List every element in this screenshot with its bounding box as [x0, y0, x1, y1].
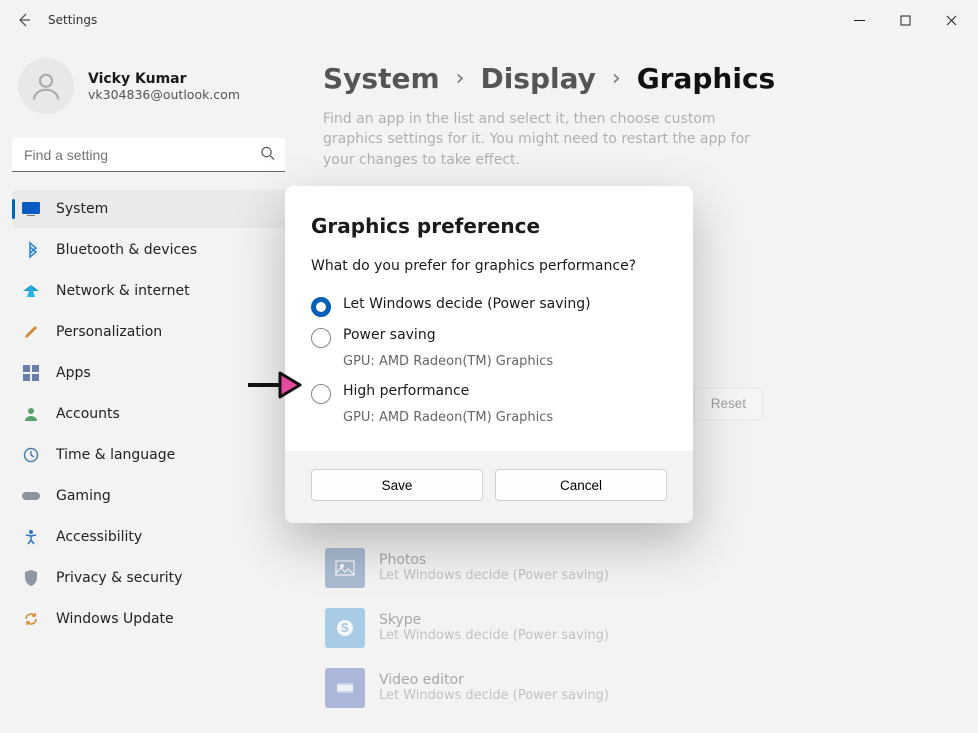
- sidebar: Vicky Kumar vk304836@outlook.com System …: [0, 40, 295, 733]
- bluetooth-icon: [22, 241, 40, 259]
- sidebar-item-update[interactable]: Windows Update: [12, 600, 291, 638]
- gaming-icon: [22, 490, 40, 502]
- page-description: Find an app in the list and select it, t…: [323, 95, 753, 170]
- svg-text:S: S: [341, 621, 350, 635]
- nav-label: Gaming: [56, 488, 111, 504]
- video-editor-app-icon: [325, 668, 365, 708]
- profile-email: vk304836@outlook.com: [88, 87, 240, 102]
- radio-icon: [311, 384, 331, 404]
- network-icon: [22, 284, 40, 298]
- radio-option-power-saving[interactable]: Power saving: [311, 321, 667, 352]
- chevron-right-icon: ›: [456, 66, 465, 91]
- nav-label: Time & language: [56, 447, 175, 463]
- sidebar-item-network[interactable]: Network & internet: [12, 272, 291, 310]
- photos-app-icon: [325, 548, 365, 588]
- chevron-right-icon: ›: [612, 66, 621, 91]
- accessibility-icon: [22, 529, 40, 545]
- crumb-graphics: Graphics: [637, 62, 776, 95]
- radio-sublabel: GPU: AMD Radeon(TM) Graphics: [343, 410, 667, 425]
- radio-icon: [311, 328, 331, 348]
- radio-label: Let Windows decide (Power saving): [343, 296, 591, 312]
- sidebar-item-apps[interactable]: Apps: [12, 354, 291, 392]
- dialog-title: Graphics preference: [311, 214, 667, 238]
- sidebar-search: [12, 138, 285, 172]
- nav-label: Personalization: [56, 324, 162, 340]
- reset-button[interactable]: Reset: [694, 388, 763, 420]
- nav-label: Accounts: [56, 406, 120, 422]
- profile-name: Vicky Kumar: [88, 71, 240, 87]
- save-button[interactable]: Save: [311, 469, 483, 501]
- nav-label: Windows Update: [56, 611, 174, 627]
- radio-label: High performance: [343, 383, 469, 399]
- nav-label: System: [56, 201, 108, 217]
- app-name: Video editor: [379, 672, 609, 688]
- avatar: [18, 58, 74, 114]
- update-icon: [22, 611, 40, 627]
- user-icon: [28, 68, 64, 104]
- title-bar: Settings: [0, 0, 978, 40]
- nav-label: Apps: [56, 365, 91, 381]
- sidebar-item-personalization[interactable]: Personalization: [12, 313, 291, 351]
- dialog-question: What do you prefer for graphics performa…: [311, 258, 667, 274]
- app-pref: Let Windows decide (Power saving): [379, 688, 609, 703]
- crumb-display[interactable]: Display: [480, 62, 595, 95]
- back-arrow-icon: [16, 12, 32, 28]
- maximize-button[interactable]: [882, 4, 928, 36]
- graphics-preference-dialog: Graphics preference What do you prefer f…: [285, 186, 693, 523]
- system-icon: [22, 202, 40, 216]
- sidebar-item-bluetooth[interactable]: Bluetooth & devices: [12, 231, 291, 269]
- crumb-system[interactable]: System: [323, 62, 440, 95]
- nav-label: Privacy & security: [56, 570, 182, 586]
- apps-icon: [22, 365, 40, 381]
- app-name: Photos: [379, 552, 609, 568]
- minimize-button[interactable]: [836, 4, 882, 36]
- app-name: Skype: [379, 612, 609, 628]
- cancel-button[interactable]: Cancel: [495, 469, 667, 501]
- radio-option-high-performance[interactable]: High performance: [311, 377, 667, 408]
- app-pref: Let Windows decide (Power saving): [379, 628, 609, 643]
- close-button[interactable]: [928, 4, 974, 36]
- back-button[interactable]: [4, 0, 44, 40]
- nav-label: Accessibility: [56, 529, 142, 545]
- radio-icon: [311, 297, 331, 317]
- app-row-videoeditor[interactable]: Video editor Let Windows decide (Power s…: [323, 658, 950, 718]
- app-row-photos[interactable]: Photos Let Windows decide (Power saving): [323, 538, 950, 598]
- accounts-icon: [22, 406, 40, 422]
- window-controls: [836, 4, 974, 36]
- sidebar-item-time[interactable]: Time & language: [12, 436, 291, 474]
- search-icon: [260, 146, 275, 165]
- clock-icon: [22, 447, 40, 463]
- paintbrush-icon: [22, 324, 40, 340]
- radio-option-auto[interactable]: Let Windows decide (Power saving): [311, 290, 667, 321]
- sidebar-item-accounts[interactable]: Accounts: [12, 395, 291, 433]
- app-row-skype[interactable]: S Skype Let Windows decide (Power saving…: [323, 598, 950, 658]
- nav-label: Network & internet: [56, 283, 190, 299]
- shield-icon: [22, 570, 40, 586]
- sidebar-item-gaming[interactable]: Gaming: [12, 477, 291, 515]
- skype-app-icon: S: [325, 608, 365, 648]
- breadcrumb: System › Display › Graphics: [323, 40, 950, 95]
- profile-block[interactable]: Vicky Kumar vk304836@outlook.com: [12, 50, 291, 138]
- app-pref: Let Windows decide (Power saving): [379, 568, 609, 583]
- radio-sublabel: GPU: AMD Radeon(TM) Graphics: [343, 354, 667, 369]
- radio-label: Power saving: [343, 327, 436, 343]
- sidebar-item-privacy[interactable]: Privacy & security: [12, 559, 291, 597]
- sidebar-search-input[interactable]: [12, 138, 285, 172]
- sidebar-item-accessibility[interactable]: Accessibility: [12, 518, 291, 556]
- app-title: Settings: [44, 13, 97, 27]
- sidebar-item-system[interactable]: System: [12, 190, 291, 228]
- nav-label: Bluetooth & devices: [56, 242, 197, 258]
